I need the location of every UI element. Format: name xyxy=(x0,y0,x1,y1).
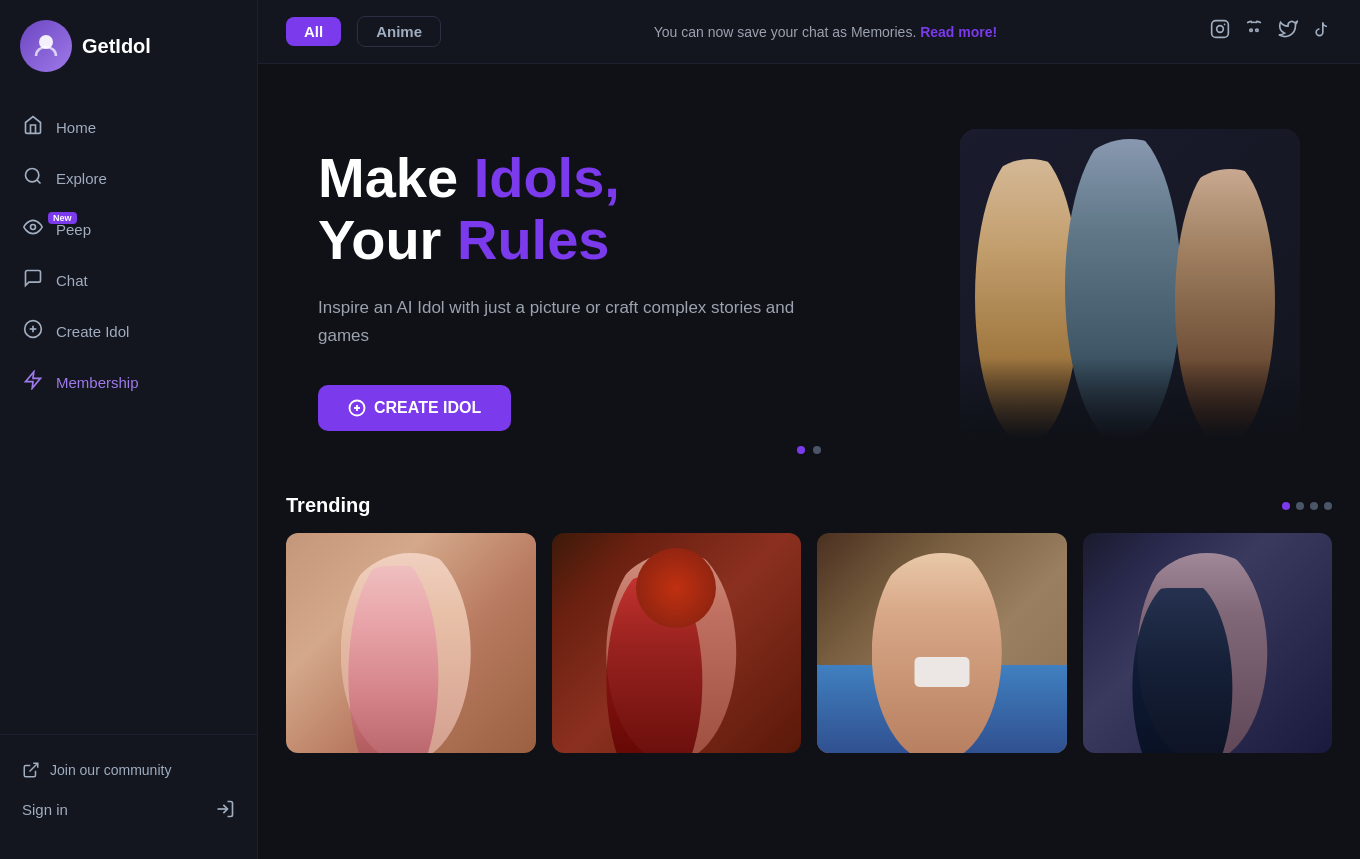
logo-area[interactable]: GetIdol xyxy=(0,0,257,92)
topbar: All Anime You can now save your chat as … xyxy=(258,0,1360,64)
trending-dot-3[interactable] xyxy=(1310,502,1318,510)
create-idol-button-label: CREATE IDOL xyxy=(374,399,481,417)
logo-icon xyxy=(20,20,72,72)
sidebar: GetIdol Home Explore New xyxy=(0,0,258,859)
hero-left: Make Idols, Your Rules Inspire an AI Ido… xyxy=(318,147,798,431)
tab-anime[interactable]: Anime xyxy=(357,16,441,47)
card-2-bg xyxy=(552,533,802,753)
chat-icon xyxy=(22,268,44,293)
trending-dot-4[interactable] xyxy=(1324,502,1332,510)
hero-section: Make Idols, Your Rules Inspire an AI Ido… xyxy=(258,64,1360,484)
sidebar-item-explore[interactable]: Explore xyxy=(0,153,257,204)
hero-title: Make Idols, Your Rules xyxy=(318,147,798,270)
trending-header: Trending xyxy=(286,494,1332,517)
hero-dot-1[interactable] xyxy=(797,446,805,454)
card-3-bikini xyxy=(914,657,969,687)
create-idol-icon xyxy=(22,319,44,344)
sidebar-item-explore-label: Explore xyxy=(56,170,107,187)
join-community-link[interactable]: Join our community xyxy=(22,751,235,789)
create-idol-button[interactable]: CREATE IDOL xyxy=(318,385,511,431)
create-btn-icon xyxy=(348,399,366,417)
trending-card-4[interactable] xyxy=(1083,533,1333,753)
trending-section: Trending xyxy=(258,484,1360,773)
trending-card-1[interactable] xyxy=(286,533,536,753)
social-icons xyxy=(1210,19,1332,44)
hero-title-line2-purple: Rules xyxy=(457,208,610,271)
sidebar-item-membership-label: Membership xyxy=(56,374,139,391)
card-2-hair xyxy=(636,548,716,628)
trending-title: Trending xyxy=(286,494,370,517)
sidebar-item-home[interactable]: Home xyxy=(0,102,257,153)
sidebar-item-membership[interactable]: Membership xyxy=(0,357,257,408)
sign-in-row[interactable]: Sign in xyxy=(22,789,235,829)
topbar-notice: You can now save your chat as Memories. … xyxy=(457,24,1194,40)
hero-title-line1-white: Make xyxy=(318,146,474,209)
sidebar-item-peep[interactable]: New Peep xyxy=(0,204,257,255)
hero-title-line1-purple: Idols, xyxy=(474,146,620,209)
instagram-icon[interactable] xyxy=(1210,19,1230,44)
tab-all[interactable]: All xyxy=(286,17,341,46)
trending-dot-2[interactable] xyxy=(1296,502,1304,510)
svg-point-3 xyxy=(31,225,36,230)
svg-line-2 xyxy=(37,180,41,184)
trending-dot-1[interactable] xyxy=(1282,502,1290,510)
svg-point-1 xyxy=(26,169,39,182)
sidebar-item-create-idol-label: Create Idol xyxy=(56,323,129,340)
discord-icon[interactable] xyxy=(1244,19,1264,44)
twitter-icon[interactable] xyxy=(1278,19,1298,44)
sidebar-item-chat-label: Chat xyxy=(56,272,88,289)
hero-dot-2[interactable] xyxy=(813,446,821,454)
notice-link[interactable]: Read more! xyxy=(920,24,997,40)
hero-title-line2-white: Your xyxy=(318,208,457,271)
svg-point-12 xyxy=(1224,24,1226,26)
sidebar-bottom: Join our community Sign in xyxy=(0,734,257,859)
hero-subtitle: Inspire an AI Idol with just a picture o… xyxy=(318,294,798,348)
sidebar-item-create-idol[interactable]: Create Idol xyxy=(0,306,257,357)
join-community-label: Join our community xyxy=(50,762,171,778)
tiktok-icon[interactable] xyxy=(1312,19,1332,44)
trending-card-3[interactable] xyxy=(817,533,1067,753)
card-3-bg xyxy=(817,533,1067,753)
hero-dots xyxy=(797,436,821,474)
explore-icon xyxy=(22,166,44,191)
sign-in-icon xyxy=(215,799,235,819)
card-4-bg xyxy=(1083,533,1333,753)
hero-characters xyxy=(960,129,1300,439)
svg-point-11 xyxy=(1217,26,1224,33)
sidebar-item-home-label: Home xyxy=(56,119,96,136)
trending-card-2[interactable] xyxy=(552,533,802,753)
logo-svg xyxy=(30,30,62,62)
peep-new-badge: New xyxy=(48,212,77,224)
peep-icon xyxy=(22,217,44,242)
external-link-icon xyxy=(22,761,40,779)
main-content: All Anime You can now save your chat as … xyxy=(258,0,1360,859)
notice-text: You can now save your chat as Memories. xyxy=(654,24,917,40)
trending-carousel-dots xyxy=(1282,502,1332,510)
svg-rect-10 xyxy=(1212,21,1229,38)
trending-cards xyxy=(286,533,1332,753)
membership-icon xyxy=(22,370,44,395)
hero-right xyxy=(960,129,1300,449)
logo-text: GetIdol xyxy=(82,35,151,58)
home-icon xyxy=(22,115,44,140)
svg-line-8 xyxy=(30,763,38,771)
char-fade xyxy=(960,359,1300,439)
card-1-bg xyxy=(286,533,536,753)
svg-marker-7 xyxy=(26,372,41,389)
sidebar-nav: Home Explore New Peep xyxy=(0,92,257,734)
sidebar-item-chat[interactable]: Chat xyxy=(0,255,257,306)
sign-in-label: Sign in xyxy=(22,801,68,818)
